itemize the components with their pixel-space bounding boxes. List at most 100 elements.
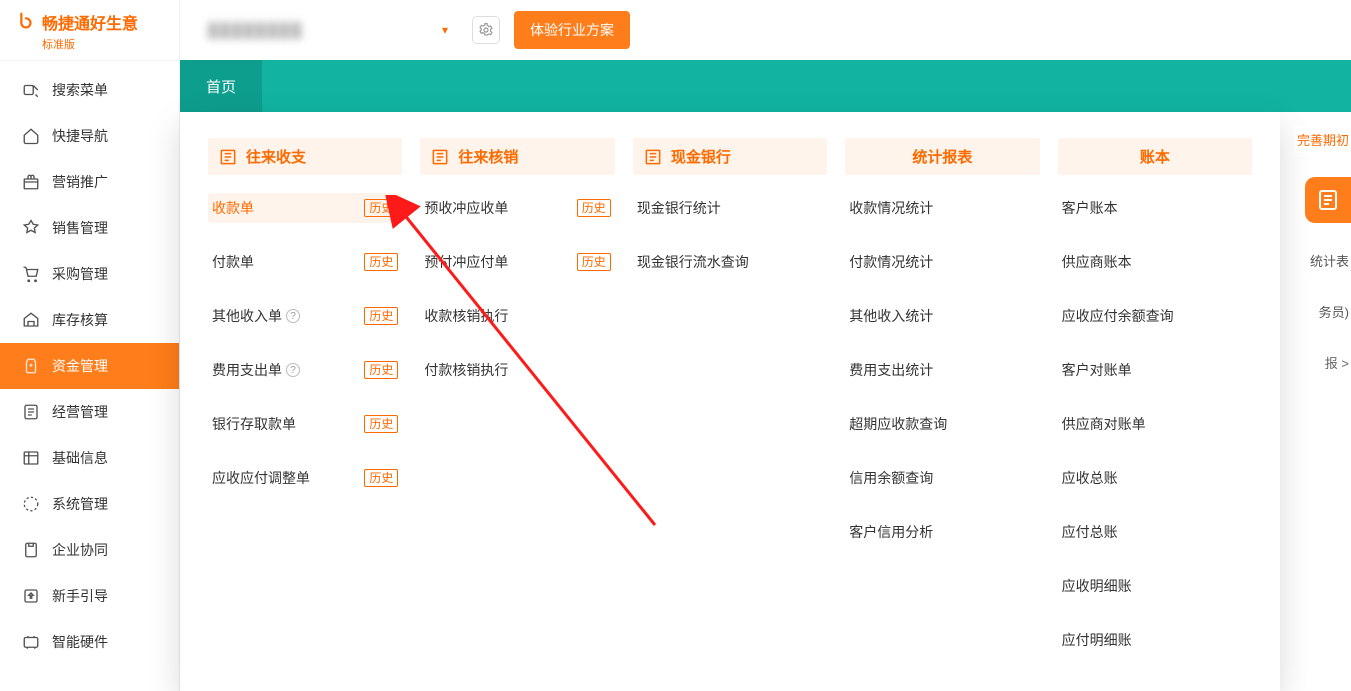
history-tag[interactable]: 历史 (577, 199, 611, 217)
help-icon: ? (286, 309, 300, 323)
receipt-icon (430, 147, 450, 167)
history-tag[interactable]: 历史 (364, 361, 398, 379)
sidebar-item-label: 快捷导航 (52, 126, 108, 146)
sidebar-item-12[interactable]: 智能硬件 (0, 619, 179, 665)
sidebar-item-icon (22, 265, 40, 283)
sidebar-item-label: 新手引导 (52, 586, 108, 606)
sidebar-item-icon (22, 403, 40, 421)
sidebar-item-label: 销售管理 (52, 218, 108, 238)
mega-item-label: 信用余额查询 (849, 468, 933, 488)
sidebar-item-label: 智能硬件 (52, 632, 108, 652)
mega-item[interactable]: 现金银行流水查询 (633, 247, 827, 277)
topbar: ████████ ▾ 体验行业方案 (180, 0, 1351, 60)
sidebar-item-label: 基础信息 (52, 448, 108, 468)
sidebar-item-1[interactable]: 快捷导航 (0, 113, 179, 159)
sidebar-item-label: 经营管理 (52, 402, 108, 422)
mega-item[interactable]: 收款核销执行 (420, 301, 614, 331)
mega-item[interactable]: 其他收入统计 (845, 301, 1039, 331)
mega-item[interactable]: 现金银行统计 (633, 193, 827, 223)
mega-item[interactable]: 供应商账本 (1058, 247, 1252, 277)
mega-item[interactable]: 收款情况统计 (845, 193, 1039, 223)
mega-item-label: 超期应收款查询 (849, 414, 947, 434)
mega-item-label: 付款核销执行 (424, 360, 508, 380)
mega-item-label: 付款情况统计 (849, 252, 933, 272)
mega-item[interactable]: 客户信用分析 (845, 517, 1039, 547)
right-rail-icon[interactable] (1305, 177, 1351, 223)
mega-item-label: 付款单 (212, 252, 254, 272)
sidebar-item-8[interactable]: 基础信息 (0, 435, 179, 481)
mega-item[interactable]: 付款单 历史 (208, 247, 402, 277)
history-tag[interactable]: 历史 (364, 415, 398, 433)
mega-item-label: 收款核销执行 (424, 306, 508, 326)
history-tag[interactable]: 历史 (577, 253, 611, 271)
mega-col-items: 预收冲应收单历史预付冲应付单 历史收款核销执行付款核销执行 (420, 193, 614, 385)
mega-item[interactable]: 应付总账 (1058, 517, 1252, 547)
sidebar-item-0[interactable]: 搜索菜单 (0, 67, 179, 113)
sidebar-item-label: 库存核算 (52, 310, 108, 330)
mega-item[interactable]: 应付明细账 (1058, 625, 1252, 655)
sidebar-item-icon (22, 173, 40, 191)
mega-item[interactable]: 付款核销执行 (420, 355, 614, 385)
settings-button[interactable] (472, 16, 500, 44)
mega-item[interactable]: 应收总账 (1058, 463, 1252, 493)
mega-item[interactable]: 收款单历史 (208, 193, 402, 223)
sidebar: 畅捷通好生意 标准版 搜索菜单快捷导航营销推广销售管理采购管理库存核算资金管理经… (0, 0, 180, 691)
mega-item[interactable]: 费用支出单 ?历史 (208, 355, 402, 385)
mega-item-label: 其他收入统计 (849, 306, 933, 326)
mega-item-label: 供应商账本 (1062, 252, 1132, 272)
history-tag[interactable]: 历史 (364, 469, 398, 487)
mega-item[interactable]: 客户账本 (1058, 193, 1252, 223)
mega-item[interactable]: 预付冲应付单 历史 (420, 247, 614, 277)
sidebar-item-5[interactable]: 库存核算 (0, 297, 179, 343)
right-rail-link-1[interactable]: 完善期初 (1295, 126, 1351, 153)
sidebar-item-label: 采购管理 (52, 264, 108, 284)
mega-col-title: 账本 (1140, 146, 1170, 167)
mega-item[interactable]: 超期应收款查询 (845, 409, 1039, 439)
brand-area: 畅捷通好生意 标准版 (0, 0, 179, 61)
sidebar-item-11[interactable]: 新手引导 (0, 573, 179, 619)
mega-item[interactable]: 付款情况统计 (845, 247, 1039, 277)
mega-item[interactable]: 供应商对账单 (1058, 409, 1252, 439)
mega-item[interactable]: 客户对账单 (1058, 355, 1252, 385)
gear-icon (478, 22, 494, 38)
brand-edition: 标准版 (42, 36, 165, 52)
sidebar-item-4[interactable]: 采购管理 (0, 251, 179, 297)
mega-item[interactable]: 预收冲应收单历史 (420, 193, 614, 223)
sidebar-item-6[interactable]: 资金管理 (0, 343, 179, 389)
mega-col-zhangben: 账本客户账本供应商账本应收应付余额查询客户对账单供应商对账单应收总账应付总账应收… (1058, 138, 1252, 655)
right-rail: 完善期初 统计表 务员) 报 > (1271, 126, 1351, 376)
right-rail-link-4[interactable]: 报 > (1323, 349, 1351, 376)
tab-0[interactable]: 首页 (180, 60, 262, 112)
sidebar-item-3[interactable]: 销售管理 (0, 205, 179, 251)
mega-item[interactable]: 应收明细账 (1058, 571, 1252, 601)
history-tag[interactable]: 历史 (364, 253, 398, 271)
sidebar-item-10[interactable]: 企业协同 (0, 527, 179, 573)
mega-item[interactable]: 信用余额查询 (845, 463, 1039, 493)
receipt-icon (218, 147, 238, 167)
sidebar-item-9[interactable]: 系统管理 (0, 481, 179, 527)
org-select[interactable]: ████████ ▾ (198, 16, 458, 44)
history-tag[interactable]: 历史 (364, 199, 398, 217)
history-tag[interactable]: 历史 (364, 307, 398, 325)
mega-item[interactable]: 其他收入单 ?历史 (208, 301, 402, 331)
mega-item[interactable]: 银行存取款单历史 (208, 409, 402, 439)
sidebar-item-icon (22, 81, 40, 99)
cta-button[interactable]: 体验行业方案 (514, 11, 630, 49)
sidebar-item-7[interactable]: 经营管理 (0, 389, 179, 435)
mega-item[interactable]: 应收应付余额查询 (1058, 301, 1252, 331)
mega-col-title: 现金银行 (671, 146, 731, 167)
brand-name: 畅捷通好生意 (42, 10, 138, 34)
mega-item-label: 预付冲应付单 (424, 252, 508, 272)
mega-item-label: 客户账本 (1062, 198, 1118, 218)
right-rail-text-2: 统计表 (1308, 247, 1351, 274)
mega-item-label: 供应商对账单 (1062, 414, 1146, 434)
sidebar-item-icon (22, 311, 40, 329)
mega-col-header: 往来收支 (208, 138, 402, 175)
sidebar-item-2[interactable]: 营销推广 (0, 159, 179, 205)
mega-item[interactable]: 费用支出统计 (845, 355, 1039, 385)
mega-item-label: 应收明细账 (1062, 576, 1132, 596)
mega-item[interactable]: 应收应付调整单历史 (208, 463, 402, 493)
tabstrip: 首页 (180, 60, 1351, 112)
mega-col-tongji-baobiao: 统计报表收款情况统计付款情况统计其他收入统计费用支出统计超期应收款查询信用余额查… (845, 138, 1039, 655)
report-icon (1316, 188, 1340, 212)
